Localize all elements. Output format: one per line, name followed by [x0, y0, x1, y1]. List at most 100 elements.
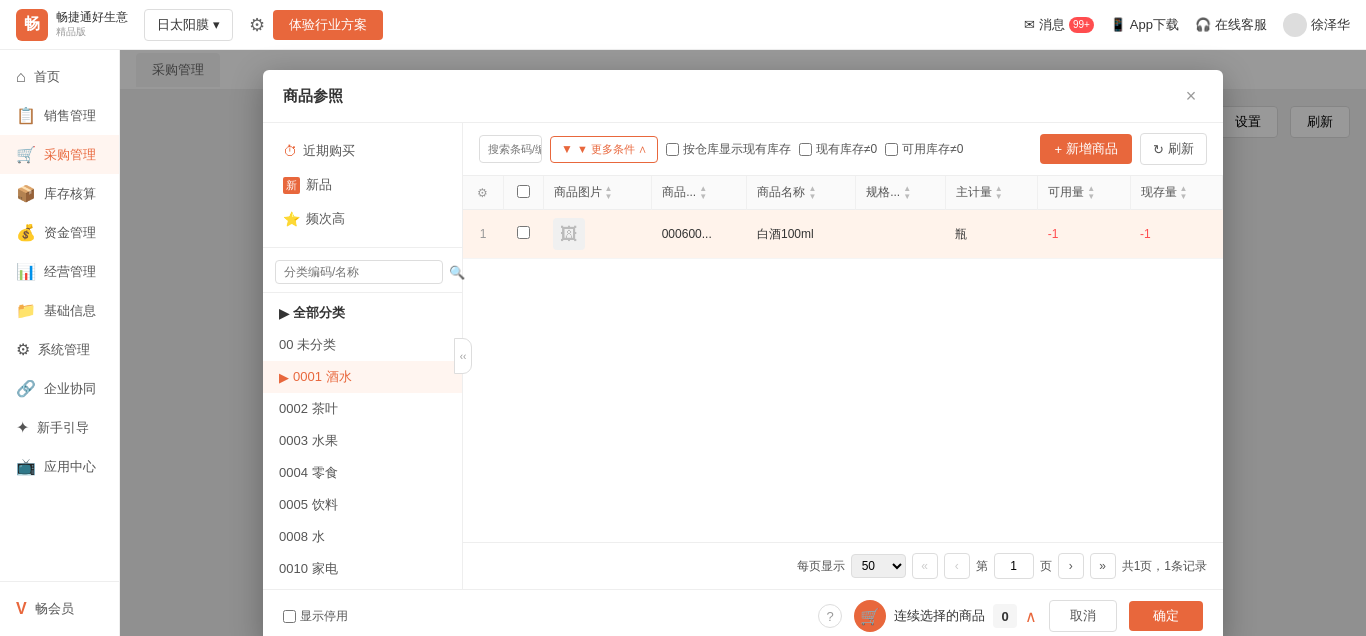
- sidebar-item-business[interactable]: 📊 经营管理: [0, 252, 119, 291]
- modal-header: 商品参照 ×: [263, 70, 1223, 123]
- category-item-all[interactable]: ▶ 全部分类: [263, 297, 462, 329]
- refresh-btn[interactable]: ↻ 刷新: [1140, 133, 1207, 165]
- checkbox-stock-nonzero-input[interactable]: [799, 143, 812, 156]
- home-icon: ⌂: [16, 68, 26, 86]
- sidebar-item-inventory[interactable]: 📦 库存核算: [0, 174, 119, 213]
- plus-icon: +: [1054, 142, 1062, 157]
- th-name[interactable]: 商品名称▲▼: [747, 176, 856, 210]
- sidebar-item-apps[interactable]: 📺 应用中心: [0, 447, 119, 486]
- sidebar-item-guide[interactable]: ✦ 新手引导: [0, 408, 119, 447]
- last-page-btn[interactable]: »: [1090, 553, 1116, 579]
- nav-messages[interactable]: ✉ 消息 99+: [1024, 16, 1094, 34]
- checkbox-stock-nonzero[interactable]: 现有库存≠0: [799, 141, 877, 158]
- category-item-0002[interactable]: 0002 茶叶: [263, 393, 462, 425]
- row-code: 000600...: [652, 210, 747, 259]
- sidebar-item-home[interactable]: ⌂ 首页: [0, 58, 119, 96]
- row-checkbox[interactable]: [503, 210, 543, 259]
- checkbox-warehouse[interactable]: 按仓库显示现有库存: [666, 141, 791, 158]
- all-categories-arrow: ▶: [279, 306, 289, 321]
- settings-icon[interactable]: ⚙: [241, 9, 273, 41]
- product-table-wrap: ⚙ 商品图片▲▼ 商品...▲▼: [463, 176, 1223, 542]
- add-product-btn[interactable]: + 新增商品: [1040, 134, 1132, 164]
- modal-close-btn[interactable]: ×: [1179, 84, 1203, 108]
- first-page-btn[interactable]: «: [912, 553, 938, 579]
- show-disabled-label[interactable]: 显示停用: [283, 608, 348, 625]
- collapse-panel-btn[interactable]: ‹‹: [454, 338, 472, 374]
- product-search-input[interactable]: [480, 138, 542, 160]
- sidebar-item-finance[interactable]: 💰 资金管理: [0, 213, 119, 252]
- purchase-icon: 🛒: [16, 145, 36, 164]
- message-badge: 99+: [1069, 17, 1094, 33]
- nav-app-download[interactable]: 📱 App下载: [1110, 16, 1179, 34]
- row-unit: 瓶: [945, 210, 1037, 259]
- nav-store-selector[interactable]: 日太阳膜 ▾: [144, 9, 233, 41]
- checkbox-warehouse-input[interactable]: [666, 143, 679, 156]
- logo-sub: 精品版: [56, 25, 128, 39]
- th-image[interactable]: 商品图片▲▼: [543, 176, 652, 210]
- category-item-0001[interactable]: ▶ 0001 酒水: [263, 361, 462, 393]
- checkbox-available-nonzero-input[interactable]: [885, 143, 898, 156]
- category-item-0003[interactable]: 0003 水果: [263, 425, 462, 457]
- cart-collapse-btn[interactable]: ∧: [1025, 607, 1037, 626]
- nav-right: ✉ 消息 99+ 📱 App下载 🎧 在线客服 徐泽华: [1024, 13, 1350, 37]
- checkbox-available-nonzero[interactable]: 可用库存≠0: [885, 141, 963, 158]
- sales-icon: 📋: [16, 106, 36, 125]
- category-search-input[interactable]: [275, 260, 443, 284]
- business-icon: 📊: [16, 262, 36, 281]
- sidebar-item-member[interactable]: V 畅会员: [0, 590, 119, 628]
- modal-tab-new[interactable]: 新 新品: [271, 169, 454, 201]
- modal-tab-recent[interactable]: ⏱ 近期购买: [271, 135, 454, 167]
- cancel-btn[interactable]: 取消: [1049, 600, 1117, 632]
- headset-icon: 🎧: [1195, 17, 1211, 32]
- system-icon: ⚙: [16, 340, 30, 359]
- th-spec[interactable]: 规格...▲▼: [856, 176, 946, 210]
- category-item-0008[interactable]: 0008 水: [263, 521, 462, 553]
- trial-btn[interactable]: 体验行业方案: [273, 10, 383, 40]
- more-filter-btn[interactable]: ▼ ▼ 更多条件 ∧: [550, 136, 658, 163]
- row-select-checkbox[interactable]: [517, 226, 530, 239]
- row-index: 1: [463, 210, 503, 259]
- modal-overlay: 商品参照 × ⏱ 近期购买 新: [120, 50, 1366, 636]
- category-item-0010[interactable]: 0010 家电: [263, 553, 462, 585]
- help-icon[interactable]: ?: [818, 604, 842, 628]
- category-search-row: 🔍: [263, 252, 462, 293]
- category-search-icon[interactable]: 🔍: [449, 265, 465, 280]
- sidebar: ⌂ 首页 📋 销售管理 🛒 采购管理 📦 库存核算 💰 资金管理 📊 经营管理 …: [0, 50, 120, 636]
- refresh-icon: ↻: [1153, 142, 1164, 157]
- modal-tab-frequent[interactable]: ⭐ 频次高: [271, 203, 454, 235]
- confirm-btn[interactable]: 确定: [1129, 601, 1203, 631]
- modal-toolbar: 🔍 ▼ ▼ 更多条件 ∧ 按仓库显示现有库存: [463, 123, 1223, 176]
- modal-quick-tabs: ⏱ 近期购买 新 新品 ⭐ 频次高: [263, 123, 462, 243]
- table-row[interactable]: 1 🖼 000600... 白酒100ml 瓶: [463, 210, 1223, 259]
- th-checkbox[interactable]: [503, 176, 543, 210]
- th-unit[interactable]: 主计量▲▼: [945, 176, 1037, 210]
- th-settings[interactable]: ⚙: [463, 176, 503, 210]
- category-item-0005[interactable]: 0005 饮料: [263, 489, 462, 521]
- cart-icon[interactable]: 🛒: [854, 600, 886, 632]
- sidebar-item-system[interactable]: ⚙ 系统管理: [0, 330, 119, 369]
- sidebar-item-collab[interactable]: 🔗 企业协同: [0, 369, 119, 408]
- row-stock: -1: [1130, 210, 1222, 259]
- th-available[interactable]: 可用量▲▼: [1038, 176, 1130, 210]
- next-page-btn[interactable]: ›: [1058, 553, 1084, 579]
- page-number-input[interactable]: [994, 553, 1034, 579]
- page-size-select[interactable]: 50 10 20 100: [851, 554, 906, 578]
- cart-count: 0: [993, 604, 1017, 628]
- page-content: 采购管理 查询 设置 刷新 商品参照 ×: [120, 50, 1366, 636]
- select-all-checkbox[interactable]: [517, 185, 530, 198]
- sidebar-item-sales[interactable]: 📋 销售管理: [0, 96, 119, 135]
- guide-icon: ✦: [16, 418, 29, 437]
- sidebar-item-basic[interactable]: 📁 基础信息: [0, 291, 119, 330]
- modal-body: ⏱ 近期购买 新 新品 ⭐ 频次高: [263, 123, 1223, 589]
- show-disabled-checkbox[interactable]: [283, 610, 296, 623]
- category-item-00[interactable]: 00 未分类: [263, 329, 462, 361]
- category-item-0004[interactable]: 0004 零食: [263, 457, 462, 489]
- row-name: 白酒100ml: [747, 210, 856, 259]
- nav-user[interactable]: 徐泽华: [1283, 13, 1350, 37]
- sidebar-item-purchase[interactable]: 🛒 采购管理: [0, 135, 119, 174]
- nav-customer-service[interactable]: 🎧 在线客服: [1195, 16, 1267, 34]
- th-stock[interactable]: 现存量▲▼: [1130, 176, 1222, 210]
- th-code[interactable]: 商品...▲▼: [652, 176, 747, 210]
- prev-page-btn[interactable]: ‹: [944, 553, 970, 579]
- cart-area: 🛒 连续选择的商品 0 ∧: [854, 600, 1037, 632]
